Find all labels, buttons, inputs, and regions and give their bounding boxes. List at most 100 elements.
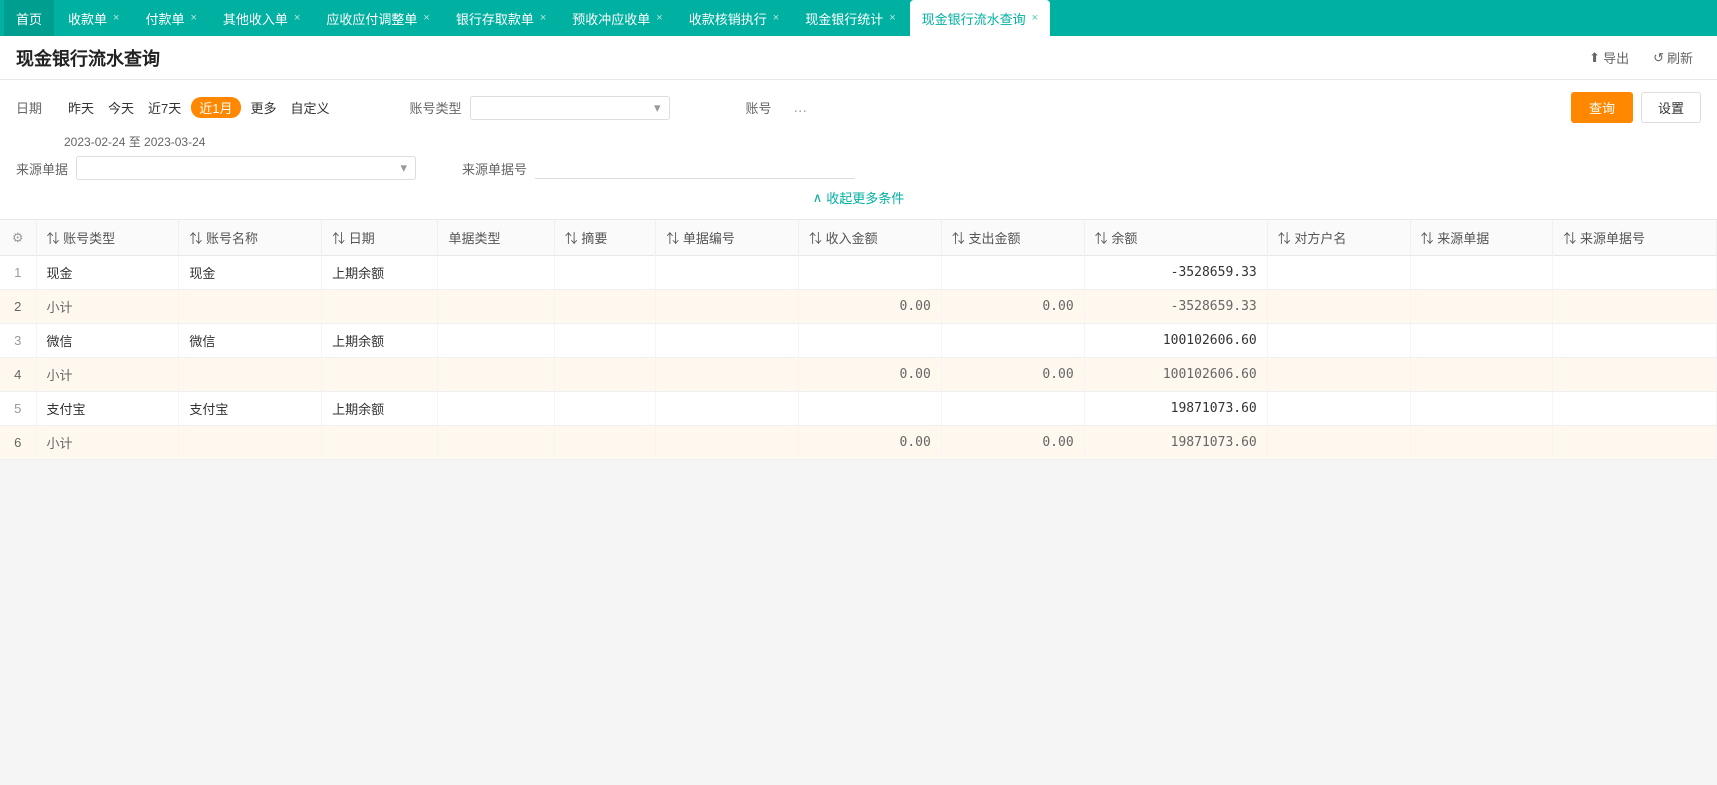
filter-row-date: 日期 昨天 今天 近7天 近1月 更多 自定义 账号类型 ▾ 账号 ... [16, 92, 1701, 123]
cell-balance: 19871073.60 [1084, 426, 1267, 460]
cell-date [322, 290, 438, 324]
cell-counterparty [1267, 256, 1410, 290]
col-source-doc-no: ⇅ 来源单据号 [1553, 220, 1717, 256]
cell-income [799, 324, 942, 358]
account-type-select[interactable]: ▾ [470, 96, 670, 120]
cell-summary [554, 426, 655, 460]
cell-counterparty [1267, 358, 1410, 392]
cell-doc-no [656, 392, 799, 426]
cell-counterparty [1267, 290, 1410, 324]
cell-expense [941, 256, 1084, 290]
nav-tab-fukuandan[interactable]: 付款单 × [133, 0, 208, 36]
col-balance: ⇅ 余额 [1084, 220, 1267, 256]
cell-summary [554, 324, 655, 358]
cell-expense: 0.00 [941, 290, 1084, 324]
cell-source-doc [1410, 324, 1553, 358]
close-icon[interactable]: × [540, 12, 546, 24]
cell-balance: 100102606.60 [1084, 324, 1267, 358]
close-icon[interactable]: × [889, 12, 895, 24]
col-source-doc: ⇅ 来源单据 [1410, 220, 1553, 256]
cell-counterparty [1267, 324, 1410, 358]
filter-right-buttons: 查询 设置 [1571, 92, 1701, 123]
date-shortcuts: 昨天 今天 近7天 近1月 更多 自定义 [64, 97, 334, 118]
shortcut-7days[interactable]: 近7天 [144, 97, 185, 118]
cell-summary [554, 358, 655, 392]
date-filter-group: 日期 昨天 今天 近7天 近1月 更多 自定义 [16, 97, 334, 118]
nav-tab-shoukuandan[interactable]: 收款单 × [56, 0, 131, 36]
export-button[interactable]: ⬆ 导出 [1581, 44, 1637, 71]
cell-balance: -3528659.33 [1084, 290, 1267, 324]
source-doc-no-label: 来源单据号 [462, 159, 527, 178]
table-row: 3微信微信上期余额100102606.60 [0, 324, 1717, 358]
cell-counterparty [1267, 426, 1410, 460]
cell-acct-type: 小计 [36, 290, 179, 324]
page-title: 现金银行流水查询 [16, 45, 160, 71]
cell-source-doc [1410, 290, 1553, 324]
refresh-button[interactable]: ↺ 刷新 [1645, 44, 1701, 71]
account-more-button[interactable]: ... [794, 99, 807, 117]
query-button[interactable]: 查询 [1571, 92, 1633, 123]
col-doc-type: 单据类型 [438, 220, 554, 256]
chevron-down-icon: ▾ [654, 100, 661, 116]
close-icon[interactable]: × [190, 12, 196, 24]
cell-source-doc-no [1553, 290, 1717, 324]
nav-home[interactable]: 首页 [4, 0, 54, 36]
cell-income [799, 392, 942, 426]
settings-button[interactable]: 设置 [1641, 92, 1701, 123]
col-acct-name: ⇅ 账号名称 [179, 220, 322, 256]
source-doc-filter: 来源单据 ▾ [16, 156, 416, 180]
account-type-label: 账号类型 [410, 98, 462, 117]
collapse-bar[interactable]: ∧ 收起更多条件 [16, 184, 1701, 211]
nav-tab-qitashouru[interactable]: 其他收入单 × [211, 0, 312, 36]
close-icon[interactable]: × [773, 12, 779, 24]
col-settings[interactable]: ⚙ [0, 220, 36, 256]
cell-acct-type: 支付宝 [36, 392, 179, 426]
table-row: 6小计0.000.0019871073.60 [0, 426, 1717, 460]
cell-date: 上期余额 [322, 256, 438, 290]
close-icon[interactable]: × [423, 12, 429, 24]
top-nav: 首页 收款单 × 付款单 × 其他收入单 × 应收应付调整单 × 银行存取款单 … [0, 0, 1717, 36]
nav-tab-yinhangcunqu[interactable]: 银行存取款单 × [444, 0, 558, 36]
shortcut-today[interactable]: 今天 [104, 97, 138, 118]
row-number: 4 [0, 358, 36, 392]
shortcut-custom[interactable]: 自定义 [287, 97, 334, 118]
nav-tab-shoukuanhexiao[interactable]: 收款核销执行 × [677, 0, 791, 36]
cell-source-doc [1410, 256, 1553, 290]
cell-doc-no [656, 358, 799, 392]
col-date: ⇅ 日期 [322, 220, 438, 256]
source-doc-no-input[interactable] [535, 157, 855, 179]
shortcut-1month[interactable]: 近1月 [191, 97, 240, 118]
nav-tab-yingshoutiaozheng[interactable]: 应收应付调整单 × [314, 0, 441, 36]
close-icon[interactable]: × [656, 12, 662, 24]
cell-source-doc [1410, 392, 1553, 426]
cell-expense: 0.00 [941, 358, 1084, 392]
shortcut-yesterday[interactable]: 昨天 [64, 97, 98, 118]
cell-acct-type: 小计 [36, 426, 179, 460]
cell-acct-type: 现金 [36, 256, 179, 290]
cell-date [322, 358, 438, 392]
table-wrapper: ⚙ ⇅ 账号类型 ⇅ 账号名称 ⇅ 日期 单据类型 ⇅ 摘 [0, 220, 1717, 460]
source-doc-label: 来源单据 [16, 159, 68, 178]
close-icon[interactable]: × [294, 12, 300, 24]
cell-expense: 0.00 [941, 426, 1084, 460]
cell-summary [554, 256, 655, 290]
nav-tab-liushui[interactable]: 现金银行流水查询 × [910, 0, 1050, 36]
close-icon[interactable]: × [1032, 12, 1038, 24]
page-header: 现金银行流水查询 ⬆ 导出 ↺ 刷新 [0, 36, 1717, 80]
export-icon: ⬆ [1589, 50, 1600, 66]
cell-doc-no [656, 426, 799, 460]
cell-acct-type: 微信 [36, 324, 179, 358]
cell-source-doc [1410, 426, 1553, 460]
col-expense: ⇅ 支出金额 [941, 220, 1084, 256]
close-icon[interactable]: × [113, 12, 119, 24]
table-row: 2小计0.000.00-3528659.33 [0, 290, 1717, 324]
col-summary: ⇅ 摘要 [554, 220, 655, 256]
nav-tab-yushouchiying[interactable]: 预收冲应收单 × [560, 0, 674, 36]
date-label: 日期 [16, 98, 56, 117]
cell-acct-name: 支付宝 [179, 392, 322, 426]
shortcut-more[interactable]: 更多 [247, 97, 281, 118]
source-doc-select[interactable]: ▾ [76, 156, 416, 180]
col-doc-no: ⇅ 单据编号 [656, 220, 799, 256]
nav-tab-xianjinyinhang[interactable]: 现金银行统计 × [793, 0, 907, 36]
cell-source-doc-no [1553, 392, 1717, 426]
